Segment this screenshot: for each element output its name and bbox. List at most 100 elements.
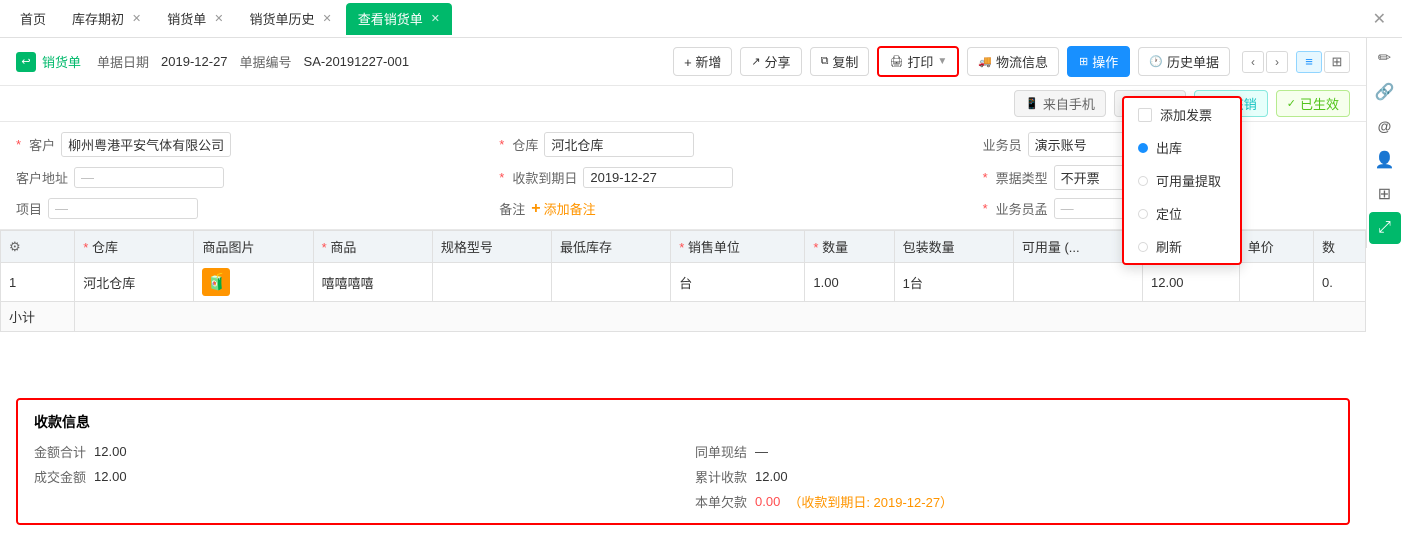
balance-label: 本单欠款: [695, 492, 747, 511]
cumulative-payment-value: 12.00: [755, 469, 788, 484]
refresh-item[interactable]: 刷新: [1124, 230, 1240, 263]
same-order-value: —: [755, 444, 768, 459]
outbound-item[interactable]: 出库: [1124, 131, 1240, 164]
from-phone-btn[interactable]: 📱 来自手机: [1014, 90, 1106, 117]
add-note-button[interactable]: + 添加备注: [531, 199, 595, 218]
tab-home[interactable]: 首页: [8, 3, 58, 35]
balance-value: 0.00: [755, 494, 780, 509]
right-sidebar: ✏ 🔗 @ 👤 ⊞ ⤢: [1366, 38, 1402, 248]
table-row: 1 河北仓库 🧃 嘻嘻嘻嘻 台 1.00 1台 12.00: [1, 263, 1366, 302]
locate-dot: [1138, 209, 1148, 219]
row-product[interactable]: 嘻嘻嘻嘻: [313, 263, 432, 302]
copy-button[interactable]: ⧉ 复制: [810, 47, 870, 76]
share-button[interactable]: ↗ 分享: [740, 47, 801, 76]
doc-title: 销货单: [42, 52, 81, 71]
address-value[interactable]: —: [74, 167, 224, 188]
tab-view-sales[interactable]: 查看销货单 ✕: [346, 3, 452, 35]
at-icon[interactable]: @: [1369, 110, 1401, 142]
same-order-label: 同单现结: [695, 442, 747, 461]
tab-inventory-init[interactable]: 库存期初 ✕: [60, 3, 153, 35]
doc-icon: ↩: [16, 52, 36, 72]
summary-section: 收款信息 金额合计 12.00 同单现结 — 成交金额 12.00 累计收款 1…: [16, 398, 1350, 525]
locate-label: 定位: [1156, 204, 1182, 223]
doc-header: ↩ 销货单 单据日期 2019-12-27 单据编号 SA-20191227-0…: [0, 38, 1366, 86]
col-amount: 数: [1314, 231, 1366, 263]
grid-view-btn[interactable]: ⊞: [1324, 51, 1350, 73]
available-extract-item[interactable]: 可用量提取: [1124, 164, 1240, 197]
available-extract-label: 可用量提取: [1156, 171, 1221, 190]
list-view-btn[interactable]: ≡: [1296, 51, 1322, 73]
tab-close-view[interactable]: ✕: [431, 12, 440, 25]
action-button[interactable]: ⊞ 操作: [1067, 46, 1130, 77]
refresh-label: 刷新: [1156, 237, 1182, 256]
project-value[interactable]: —: [48, 198, 198, 219]
total-amount-row: 金额合计 12.00: [34, 442, 671, 461]
date-value: 2019-12-27: [161, 54, 228, 69]
row-sales-unit: 台: [671, 263, 805, 302]
tab-close-inventory[interactable]: ✕: [132, 12, 141, 25]
customer-field: * 客户 柳州粤港平安气体有限公司: [16, 132, 475, 157]
nav-arrows: ‹ ›: [1242, 51, 1288, 73]
col-settings[interactable]: ⚙: [1, 231, 75, 263]
subtotal-label: 小计: [1, 302, 75, 332]
action-dropdown: 添加发票 出库 可用量提取 定位 刷新: [1122, 96, 1242, 265]
col-min-stock: 最低库存: [552, 231, 671, 263]
row-stock: 12.00: [1143, 263, 1240, 302]
cumulative-payment-label: 累计收款: [695, 467, 747, 486]
date-label: 单据日期: [97, 52, 149, 71]
warehouse-value[interactable]: 河北仓库: [544, 132, 694, 157]
col-product: 商品: [313, 231, 432, 263]
tab-sales-order[interactable]: 销货单 ✕: [155, 3, 235, 35]
payment-due-value[interactable]: 2019-12-27: [583, 167, 733, 188]
total-amount-value: 12.00: [94, 444, 127, 459]
add-invoice-checkbox: [1138, 108, 1152, 122]
summary-title: 收款信息: [34, 412, 1332, 432]
address-field: 客户地址 —: [16, 167, 475, 188]
edit-icon[interactable]: ✏: [1369, 42, 1401, 74]
row-no: 1: [1, 263, 75, 302]
row-unit-price: [1239, 263, 1313, 302]
logistics-button[interactable]: 🚚 物流信息: [967, 47, 1059, 76]
person-icon[interactable]: 👤: [1369, 144, 1401, 176]
row-spec: [432, 263, 551, 302]
toolbar: + 新增 ↗ 分享 ⧉ 复制 🖨 打印 ▼ 🚚 物流信息: [673, 46, 1350, 77]
table-icon[interactable]: ⊞: [1369, 178, 1401, 210]
col-spec: 规格型号: [432, 231, 551, 263]
refresh-dot: [1138, 242, 1148, 252]
warehouse-field: * 仓库 河北仓库: [499, 132, 958, 157]
row-available: [1013, 263, 1142, 302]
print-button[interactable]: 🖨 打印 ▼: [877, 46, 959, 77]
col-sales-unit: 销售单位: [671, 231, 805, 263]
product-thumbnail: 🧃: [202, 268, 230, 296]
window-close-button[interactable]: ✕: [1365, 9, 1394, 29]
locate-item[interactable]: 定位: [1124, 197, 1240, 230]
subtotal-row: 小计: [1, 302, 1366, 332]
prev-arrow[interactable]: ‹: [1242, 51, 1264, 73]
expand-icon[interactable]: ⤢: [1369, 212, 1401, 244]
customer-value[interactable]: 柳州粤港平安气体有限公司: [61, 132, 231, 157]
available-dot: [1138, 176, 1148, 186]
tab-close-history[interactable]: ✕: [323, 12, 332, 25]
summary-grid: 金额合计 12.00 同单现结 — 成交金额 12.00 累计收款 12.00 …: [34, 442, 1332, 511]
col-warehouse: 仓库: [75, 231, 194, 263]
add-invoice-label: 添加发票: [1160, 105, 1212, 124]
row-quantity: 1.00: [805, 263, 894, 302]
row-product-img: 🧃: [194, 263, 313, 302]
doc-meta: 单据日期 2019-12-27 单据编号 SA-20191227-001: [97, 52, 657, 71]
total-amount-label: 金额合计: [34, 442, 86, 461]
outbound-label: 出库: [1156, 138, 1182, 157]
doc-title-group: ↩ 销货单: [16, 52, 81, 72]
col-product-img: 商品图片: [194, 231, 313, 263]
link-icon[interactable]: 🔗: [1369, 76, 1401, 108]
effective-btn[interactable]: ✓ 已生效: [1276, 90, 1350, 117]
next-arrow[interactable]: ›: [1266, 51, 1288, 73]
balance-note: （收款到期日: 2019-12-27）: [788, 492, 953, 511]
tab-sales-history[interactable]: 销货单历史 ✕: [237, 3, 343, 35]
add-invoice-item[interactable]: 添加发票: [1124, 98, 1240, 131]
same-order-row: 同单现结 —: [695, 442, 1332, 461]
history-button[interactable]: 🕐 历史单据: [1138, 47, 1230, 76]
col-quantity: 数量: [805, 231, 894, 263]
new-button[interactable]: + 新增: [673, 47, 732, 76]
col-unit-price: 单价: [1239, 231, 1313, 263]
tab-close-sales-order[interactable]: ✕: [214, 12, 223, 25]
